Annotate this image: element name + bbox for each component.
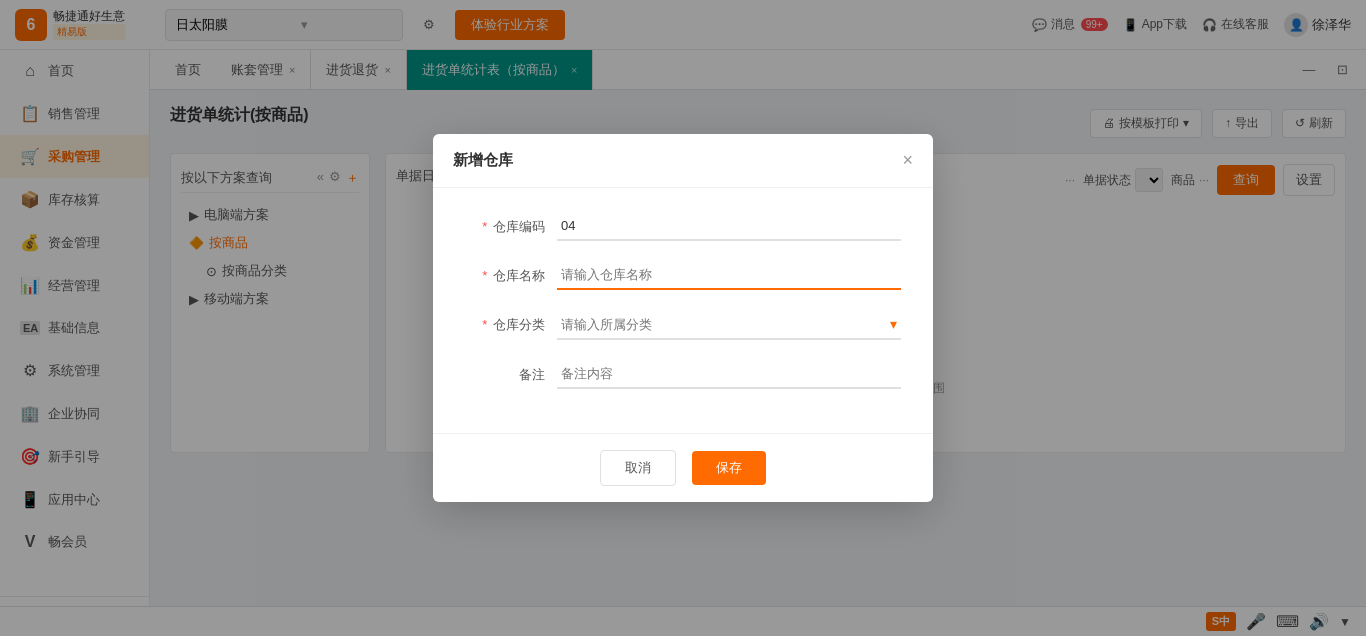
modal-close-btn[interactable]: × (902, 150, 913, 171)
cancel-btn[interactable]: 取消 (600, 450, 676, 486)
category-label: * 仓库分类 (465, 316, 545, 334)
modal-header: 新增仓库 × (433, 134, 933, 188)
form-row-category: * 仓库分类 ▾ (465, 310, 901, 340)
remark-input[interactable] (557, 360, 901, 389)
required-star-1: * (482, 219, 487, 234)
remark-label: 备注 (465, 366, 545, 384)
warehouse-name-input[interactable] (557, 261, 901, 290)
required-star-3: * (482, 317, 487, 332)
modal-footer: 取消 保存 (433, 433, 933, 502)
category-dropdown-icon[interactable]: ▾ (890, 316, 897, 332)
warehouse-code-input[interactable] (557, 212, 901, 241)
category-select-input[interactable] (561, 317, 890, 332)
modal-title: 新增仓库 (453, 151, 513, 170)
code-label: * 仓库编码 (465, 218, 545, 236)
new-warehouse-modal: 新增仓库 × * 仓库编码 * 仓库名称 (433, 134, 933, 502)
form-row-name: * 仓库名称 (465, 261, 901, 290)
modal-overlay: 新增仓库 × * 仓库编码 * 仓库名称 (0, 0, 1366, 636)
category-select-wrapper: ▾ (557, 310, 901, 340)
save-btn[interactable]: 保存 (692, 451, 766, 485)
name-label: * 仓库名称 (465, 267, 545, 285)
modal-body: * 仓库编码 * 仓库名称 * 仓库分类 (433, 188, 933, 433)
form-row-code: * 仓库编码 (465, 212, 901, 241)
form-row-remark: 备注 (465, 360, 901, 389)
required-star-2: * (482, 268, 487, 283)
